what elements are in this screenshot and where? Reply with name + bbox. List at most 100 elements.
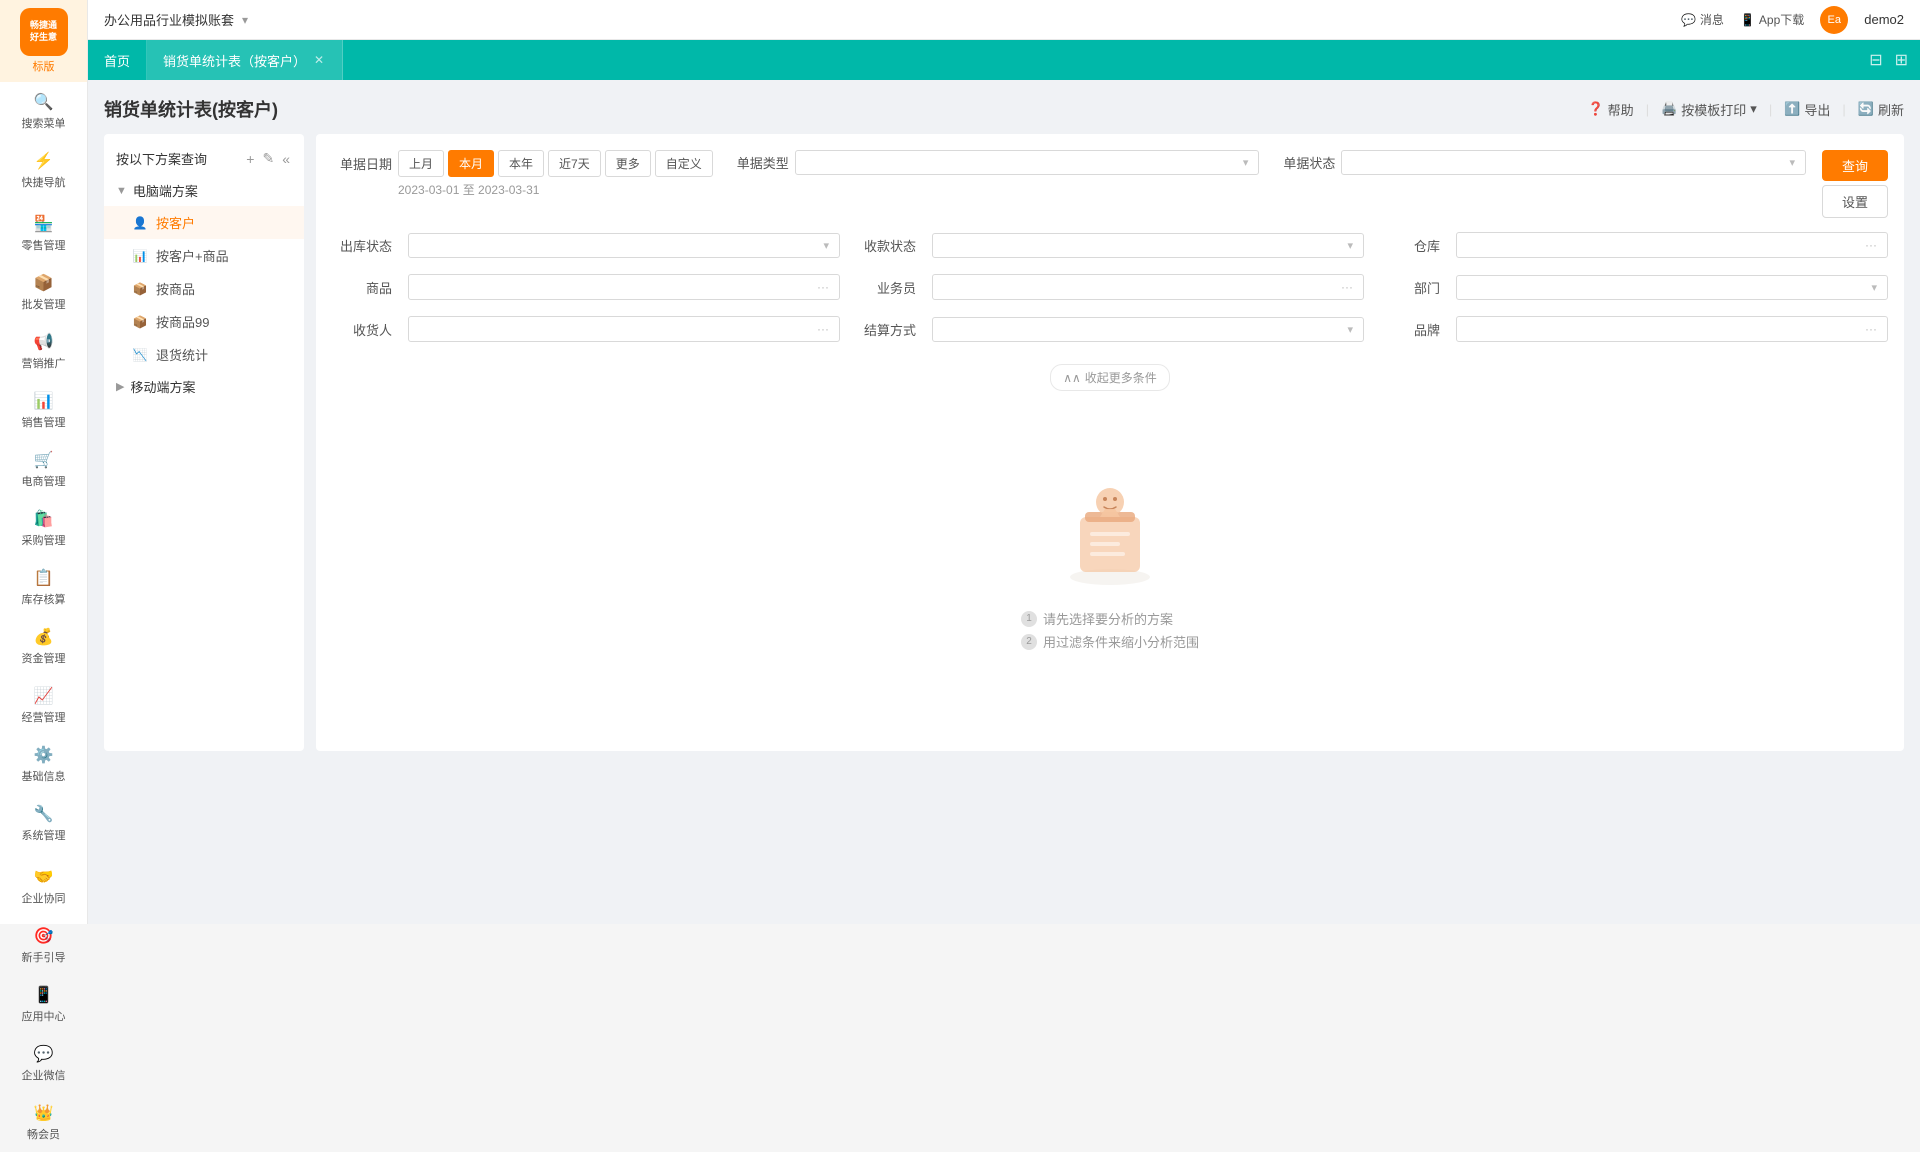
sidebar-item-operation-label: 经营管理 (22, 709, 66, 725)
empty-hint-2: 用过滤条件来缩小分析范围 (1021, 632, 1199, 651)
scheme-item-by-goods[interactable]: 📦 按商品 (104, 272, 304, 305)
staff-input[interactable]: ··· (932, 274, 1364, 300)
brand-input[interactable]: ··· (1456, 316, 1888, 342)
scheme-add-btn[interactable]: + (244, 149, 256, 169)
warehouse-input[interactable]: ··· (1456, 232, 1888, 258)
scheme-panel-actions: + ✎ « (244, 148, 292, 169)
refresh-btn[interactable]: 🔄 刷新 (1858, 100, 1904, 119)
template-print-btn[interactable]: 🖨️ 按模板打印 ▾ (1661, 100, 1757, 119)
sidebar-item-purchase[interactable]: 🛍️ 采购管理 (0, 499, 87, 558)
sidebar-item-weixin-label: 企业微信 (22, 1067, 66, 1083)
filter-row-3: 商品 ··· 业务员 ··· 部门 ▾ (332, 274, 1888, 300)
sidebar-item-system[interactable]: 🔧 系统管理 (0, 794, 87, 853)
export-label: 导出 (1804, 100, 1830, 119)
sidebar-item-wholesale[interactable]: 📦 批发管理 (0, 263, 87, 322)
sidebar-item-corp-label: 企业协同 (22, 890, 66, 906)
outbound-select[interactable]: ▾ (408, 233, 840, 258)
help-btn[interactable]: ❓ 帮助 (1587, 100, 1633, 119)
scheme-item-return-stat[interactable]: 📉 退货统计 (104, 338, 304, 371)
username[interactable]: demo2 (1864, 12, 1904, 27)
scheme-group-desktop-header[interactable]: ▼ 电脑端方案 (104, 175, 304, 206)
sidebar-item-marketing[interactable]: 📢 营销推广 (0, 322, 87, 381)
customer-icon: 👤 (132, 215, 148, 231)
app-download-btn[interactable]: 📱 App下载 (1740, 11, 1804, 28)
brand-label: 品牌 (1380, 320, 1440, 339)
tab-minimize-btn[interactable]: ⊟ (1865, 46, 1886, 74)
sidebar-item-search[interactable]: 🔍 搜索菜单 (0, 82, 87, 141)
sidebar-item-weixin[interactable]: 💬 企业微信 (0, 1034, 87, 1093)
collapse-bar: ∧∧ 收起更多条件 (332, 358, 1888, 397)
goods-label: 商品 (332, 278, 392, 297)
sidebar-item-finance[interactable]: 💰 资金管理 (0, 617, 87, 676)
chevron-down-icon: ▼ (116, 185, 127, 197)
basic-icon: ⚙️ (34, 745, 54, 765)
payment-select[interactable]: ▾ (932, 233, 1364, 258)
date-btn-current-month[interactable]: 本月 (448, 150, 494, 177)
system-icon: 🔧 (34, 804, 54, 824)
sidebar-item-shortcut[interactable]: ⚡ 快捷导航 (0, 141, 87, 200)
template-print-label: 按模板打印 (1681, 100, 1746, 119)
message-btn[interactable]: 💬 消息 (1681, 11, 1724, 28)
tab-home[interactable]: 首页 (88, 40, 147, 80)
scheme-item-by-goods99[interactable]: 📦 按商品99 (104, 305, 304, 338)
sidebar: 畅捷通好生意 标版 🔍 搜索菜单 ⚡ 快捷导航 🏪 零售管理 📦 批发管理 📢 … (0, 0, 88, 924)
scheme-item-return-stat-label: 退货统计 (156, 345, 208, 364)
tab-report[interactable]: 销货单统计表（按客户） ✕ (147, 40, 343, 80)
date-btn-more[interactable]: 更多 (605, 150, 651, 177)
date-btn-current-year[interactable]: 本年 (498, 150, 544, 177)
sidebar-item-appcenter[interactable]: 📱 应用中心 (0, 975, 87, 1034)
export-icon: ⬆️ (1784, 101, 1800, 117)
settings-button[interactable]: 设置 (1822, 185, 1888, 218)
sidebar-item-newbie[interactable]: 🎯 新手引导 (0, 916, 87, 975)
warehouse-label: 仓库 (1380, 236, 1440, 255)
scheme-collapse-btn[interactable]: « (280, 149, 292, 169)
scheme-item-by-customer-goods[interactable]: 📊 按客户+商品 (104, 239, 304, 272)
avatar[interactable]: Ea (1820, 6, 1848, 34)
print-dropdown-icon[interactable]: ▾ (1750, 101, 1757, 117)
order-status-select[interactable]: ▾ (1341, 150, 1806, 175)
collapse-btn[interactable]: ∧∧ 收起更多条件 (1050, 364, 1170, 391)
ecommerce-icon: 🛒 (34, 450, 54, 470)
logo-image: 畅捷通好生意 (20, 8, 68, 56)
sidebar-item-sales[interactable]: 📊 销售管理 (0, 381, 87, 440)
main-area: 办公用品行业模拟账套 ▾ 💬 消息 📱 App下载 Ea demo2 首页 销货… (88, 0, 1920, 924)
settle-arrow-icon: ▾ (1347, 323, 1353, 336)
scheme-item-by-customer[interactable]: 👤 按客户 (104, 206, 304, 239)
empty-hint-1: 请先选择要分析的方案 (1021, 609, 1199, 628)
goods-input[interactable]: ··· (408, 274, 840, 300)
query-button[interactable]: 查询 (1822, 150, 1888, 181)
sidebar-item-operation[interactable]: 📈 经营管理 (0, 676, 87, 735)
retail-icon: 🏪 (34, 214, 54, 234)
sidebar-item-purchase-label: 采购管理 (22, 532, 66, 548)
scheme-panel: 按以下方案查询 + ✎ « ▼ 电脑端方案 (104, 134, 304, 751)
topbar: 办公用品行业模拟账套 ▾ 💬 消息 📱 App下载 Ea demo2 (88, 0, 1920, 40)
sidebar-item-ecommerce[interactable]: 🛒 电商管理 (0, 440, 87, 499)
receiver-input[interactable]: ··· (408, 316, 840, 342)
date-btn-last-month[interactable]: 上月 (398, 150, 444, 177)
date-btn-7days[interactable]: 近7天 (548, 150, 601, 177)
sidebar-item-inventory[interactable]: 📋 库存核算 (0, 558, 87, 617)
tab-maximize-btn[interactable]: ⊞ (1891, 46, 1912, 74)
settle-select[interactable]: ▾ (932, 317, 1364, 342)
goods-more-icon: ··· (817, 280, 829, 294)
dept-arrow-icon: ▾ (1871, 281, 1877, 294)
sidebar-item-retail[interactable]: 🏪 零售管理 (0, 204, 87, 263)
help-label: 帮助 (1608, 100, 1634, 119)
scheme-item-by-goods99-label: 按商品99 (156, 312, 209, 331)
tab-close-btn[interactable]: ✕ (312, 53, 326, 67)
scheme-panel-title: 按以下方案查询 (116, 149, 207, 168)
dept-select[interactable]: ▾ (1456, 275, 1888, 300)
order-type-select[interactable]: ▾ (795, 150, 1260, 175)
sidebar-item-member[interactable]: 👑 畅会员 (0, 1093, 87, 1152)
scheme-group-mobile-header[interactable]: ▶ 移动端方案 (104, 371, 304, 402)
sidebar-item-basic[interactable]: ⚙️ 基础信息 (0, 735, 87, 794)
date-btn-custom[interactable]: 自定义 (655, 150, 713, 177)
export-btn[interactable]: ⬆️ 导出 (1784, 100, 1830, 119)
sidebar-item-corp[interactable]: 🤝 企业协同 (0, 857, 87, 916)
receiver-more-icon: ··· (817, 322, 829, 336)
topbar-dropdown-btn[interactable]: ▾ (242, 13, 248, 27)
scheme-edit-btn[interactable]: ✎ (260, 148, 276, 169)
goods-icon: 📦 (132, 281, 148, 297)
message-icon: 💬 (1681, 13, 1696, 27)
scheme-panel-header: 按以下方案查询 + ✎ « (104, 142, 304, 175)
